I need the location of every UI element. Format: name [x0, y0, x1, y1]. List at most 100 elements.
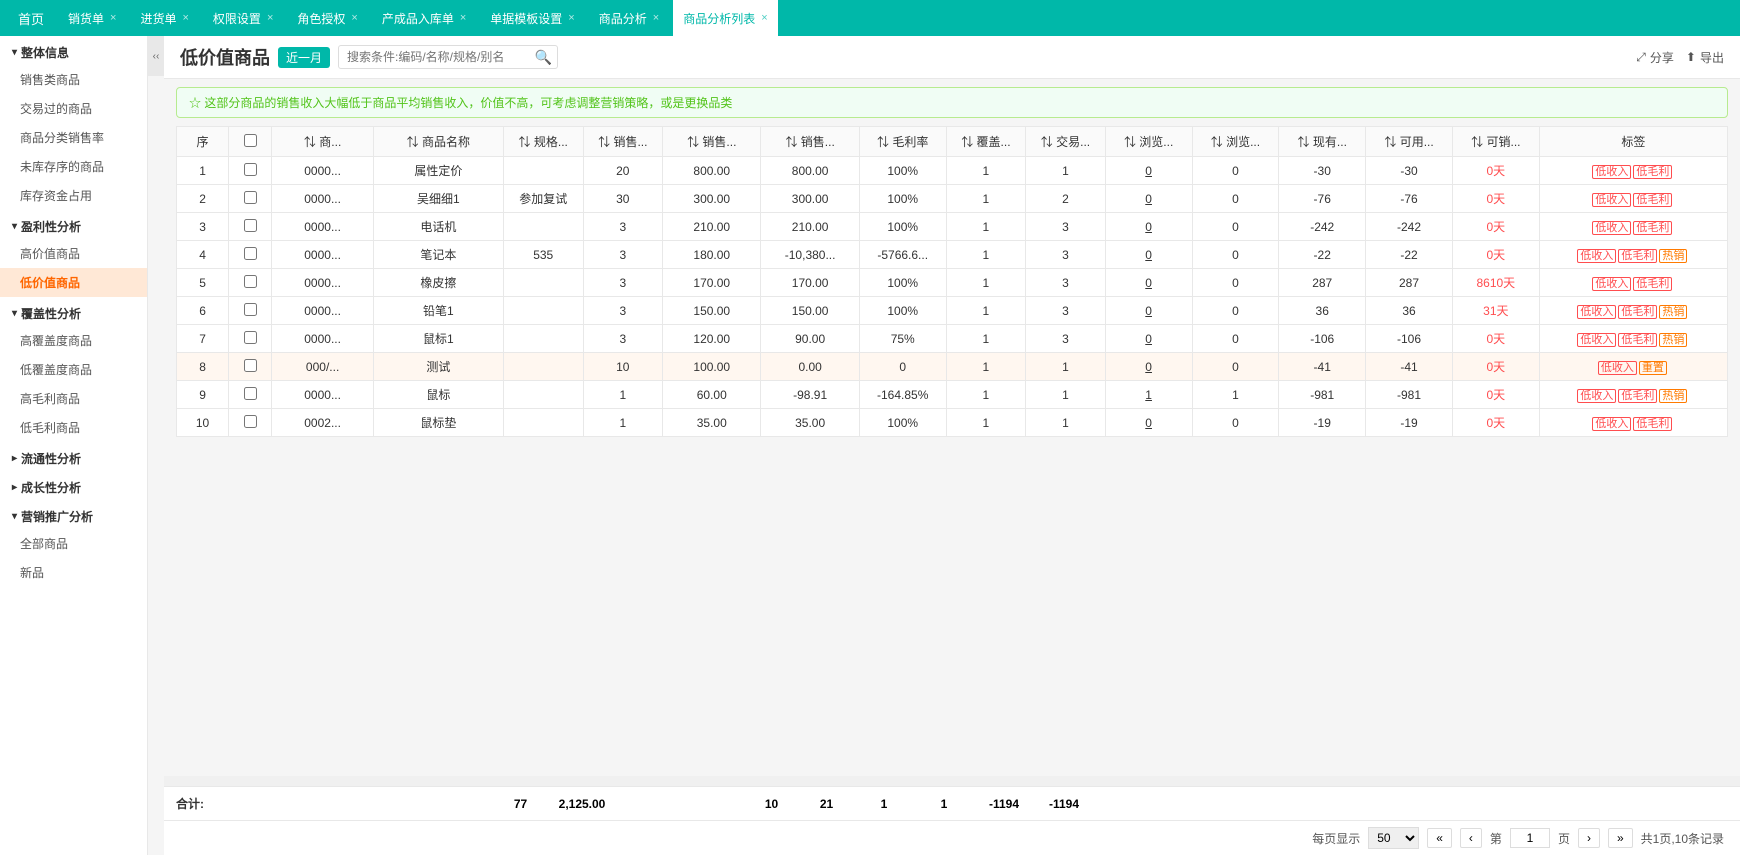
- sidebar-group-growth[interactable]: ▸ 流通性分析: [0, 442, 147, 471]
- sidebar-group-overall[interactable]: ▾ 整体信息: [0, 36, 147, 65]
- cell-check[interactable]: [229, 409, 272, 437]
- sidebar-group-growth2[interactable]: ▸ 成长性分析: [0, 471, 147, 500]
- th-avail[interactable]: ⇅ 可用...: [1366, 127, 1453, 157]
- last-page-button[interactable]: »: [1608, 828, 1633, 848]
- browse1-link[interactable]: 0: [1145, 304, 1152, 318]
- sidebar-item-high-value[interactable]: 高价值商品: [0, 239, 147, 268]
- th-check[interactable]: [229, 127, 272, 157]
- sidebar-item-traded-products[interactable]: 交易过的商品: [0, 94, 147, 123]
- cell-browse1[interactable]: 0: [1105, 325, 1192, 353]
- row-checkbox[interactable]: [244, 415, 257, 428]
- cell-check[interactable]: [229, 325, 272, 353]
- row-checkbox[interactable]: [244, 303, 257, 316]
- close-single-template-icon[interactable]: ×: [568, 12, 574, 24]
- cell-browse1[interactable]: 0: [1105, 269, 1192, 297]
- row-checkbox[interactable]: [244, 163, 257, 176]
- sidebar-item-low-value[interactable]: 低价值商品: [0, 268, 147, 297]
- sidebar-item-unsorted-products[interactable]: 未库存序的商品: [0, 152, 147, 181]
- nav-product-analysis-list[interactable]: 商品分析列表 ×: [673, 0, 777, 36]
- th-name[interactable]: ⇅ 商品名称: [373, 127, 503, 157]
- th-sales-amt[interactable]: ⇅ 销售...: [663, 127, 761, 157]
- cell-check[interactable]: [229, 157, 272, 185]
- search-icon[interactable]: 🔍: [535, 49, 552, 66]
- nav-permissions[interactable]: 权限设置 ×: [203, 0, 283, 36]
- bottom-scroll[interactable]: [164, 776, 1740, 786]
- cell-check[interactable]: [229, 241, 272, 269]
- th-sales-avg[interactable]: ⇅ 销售...: [761, 127, 859, 157]
- nav-roles[interactable]: 角色授权 ×: [287, 0, 367, 36]
- th-spec[interactable]: ⇅ 规格...: [503, 127, 583, 157]
- row-checkbox[interactable]: [244, 219, 257, 232]
- sidebar-group-financial[interactable]: ▾ 盈利性分析: [0, 210, 147, 239]
- cell-browse1[interactable]: 0: [1105, 185, 1192, 213]
- cell-browse1[interactable]: 0: [1105, 409, 1192, 437]
- first-page-button[interactable]: «: [1427, 828, 1452, 848]
- close-permissions-icon[interactable]: ×: [267, 12, 273, 24]
- close-sales-icon[interactable]: ×: [110, 12, 116, 24]
- browse1-link[interactable]: 0: [1145, 164, 1152, 178]
- row-checkbox[interactable]: [244, 191, 257, 204]
- browse1-link[interactable]: 0: [1145, 360, 1152, 374]
- sidebar-item-category-sales-rate[interactable]: 商品分类销售率: [0, 123, 147, 152]
- sidebar-item-inventory-funds[interactable]: 库存资金占用: [0, 181, 147, 210]
- cell-browse1[interactable]: 0: [1105, 297, 1192, 325]
- nav-purchase[interactable]: 进货单 ×: [130, 0, 198, 36]
- browse1-link[interactable]: 0: [1145, 220, 1152, 234]
- row-checkbox[interactable]: [244, 387, 257, 400]
- search-input[interactable]: [338, 45, 558, 69]
- th-stock[interactable]: ⇅ 现有...: [1279, 127, 1366, 157]
- sidebar-item-low-profit[interactable]: 低毛利商品: [0, 413, 147, 442]
- cell-browse1[interactable]: 0: [1105, 353, 1192, 381]
- sidebar-item-sales-category[interactable]: 销售类商品: [0, 65, 147, 94]
- close-purchase-icon[interactable]: ×: [182, 12, 188, 24]
- sidebar-item-high-coverage[interactable]: 高覆盖度商品: [0, 326, 147, 355]
- sidebar-item-all-products[interactable]: 全部商品: [0, 529, 147, 558]
- nav-sales[interactable]: 销货单 ×: [58, 0, 126, 36]
- cell-check[interactable]: [229, 213, 272, 241]
- share-button[interactable]: ⤢ 分享: [1636, 49, 1674, 66]
- time-filter-button[interactable]: 近一月: [278, 47, 330, 68]
- cell-browse1[interactable]: 0: [1105, 213, 1192, 241]
- close-products-in-icon[interactable]: ×: [460, 12, 466, 24]
- cell-browse1[interactable]: 0: [1105, 241, 1192, 269]
- th-cover[interactable]: ⇅ 覆盖...: [946, 127, 1026, 157]
- nav-products-in[interactable]: 产成品入库单 ×: [372, 0, 476, 36]
- browse1-link[interactable]: 0: [1145, 192, 1152, 206]
- nav-product-analysis[interactable]: 商品分析 ×: [589, 0, 669, 36]
- page-number-input[interactable]: [1510, 828, 1550, 848]
- browse1-link[interactable]: 0: [1145, 248, 1152, 262]
- sidebar-item-new-products[interactable]: 新品: [0, 558, 147, 587]
- close-product-analysis-list-icon[interactable]: ×: [761, 12, 767, 24]
- sidebar-item-low-coverage[interactable]: 低覆盖度商品: [0, 355, 147, 384]
- sidebar-collapse-button[interactable]: ‹‹: [148, 36, 164, 76]
- row-checkbox[interactable]: [244, 359, 257, 372]
- browse1-link[interactable]: 0: [1145, 276, 1152, 290]
- cell-check[interactable]: [229, 353, 272, 381]
- th-margin[interactable]: ⇅ 毛利率: [859, 127, 946, 157]
- cell-check[interactable]: [229, 381, 272, 409]
- row-checkbox[interactable]: [244, 331, 257, 344]
- cell-check[interactable]: [229, 185, 272, 213]
- th-browse1[interactable]: ⇅ 浏览...: [1105, 127, 1192, 157]
- next-page-button[interactable]: ›: [1578, 828, 1600, 848]
- browse1-link[interactable]: 0: [1145, 332, 1152, 346]
- sidebar-group-marketing[interactable]: ▾ 营销推广分析: [0, 500, 147, 529]
- select-all-checkbox[interactable]: [244, 134, 257, 147]
- th-sku[interactable]: ⇅ 商...: [272, 127, 373, 157]
- th-browse2[interactable]: ⇅ 浏览...: [1192, 127, 1279, 157]
- th-trade[interactable]: ⇅ 交易...: [1026, 127, 1106, 157]
- nav-home[interactable]: 首页: [8, 0, 54, 36]
- cell-check[interactable]: [229, 297, 272, 325]
- cell-check[interactable]: [229, 269, 272, 297]
- row-checkbox[interactable]: [244, 275, 257, 288]
- close-roles-icon[interactable]: ×: [351, 12, 357, 24]
- prev-page-button[interactable]: ‹: [1460, 828, 1482, 848]
- row-checkbox[interactable]: [244, 247, 257, 260]
- cell-browse1[interactable]: 0: [1105, 157, 1192, 185]
- nav-single-template[interactable]: 单据模板设置 ×: [480, 0, 584, 36]
- th-sellable[interactable]: ⇅ 可销...: [1452, 127, 1539, 157]
- cell-browse1[interactable]: 1: [1105, 381, 1192, 409]
- per-page-select[interactable]: 50 20 100: [1368, 827, 1419, 849]
- close-product-analysis-icon[interactable]: ×: [653, 12, 659, 24]
- sidebar-item-high-profit[interactable]: 高毛利商品: [0, 384, 147, 413]
